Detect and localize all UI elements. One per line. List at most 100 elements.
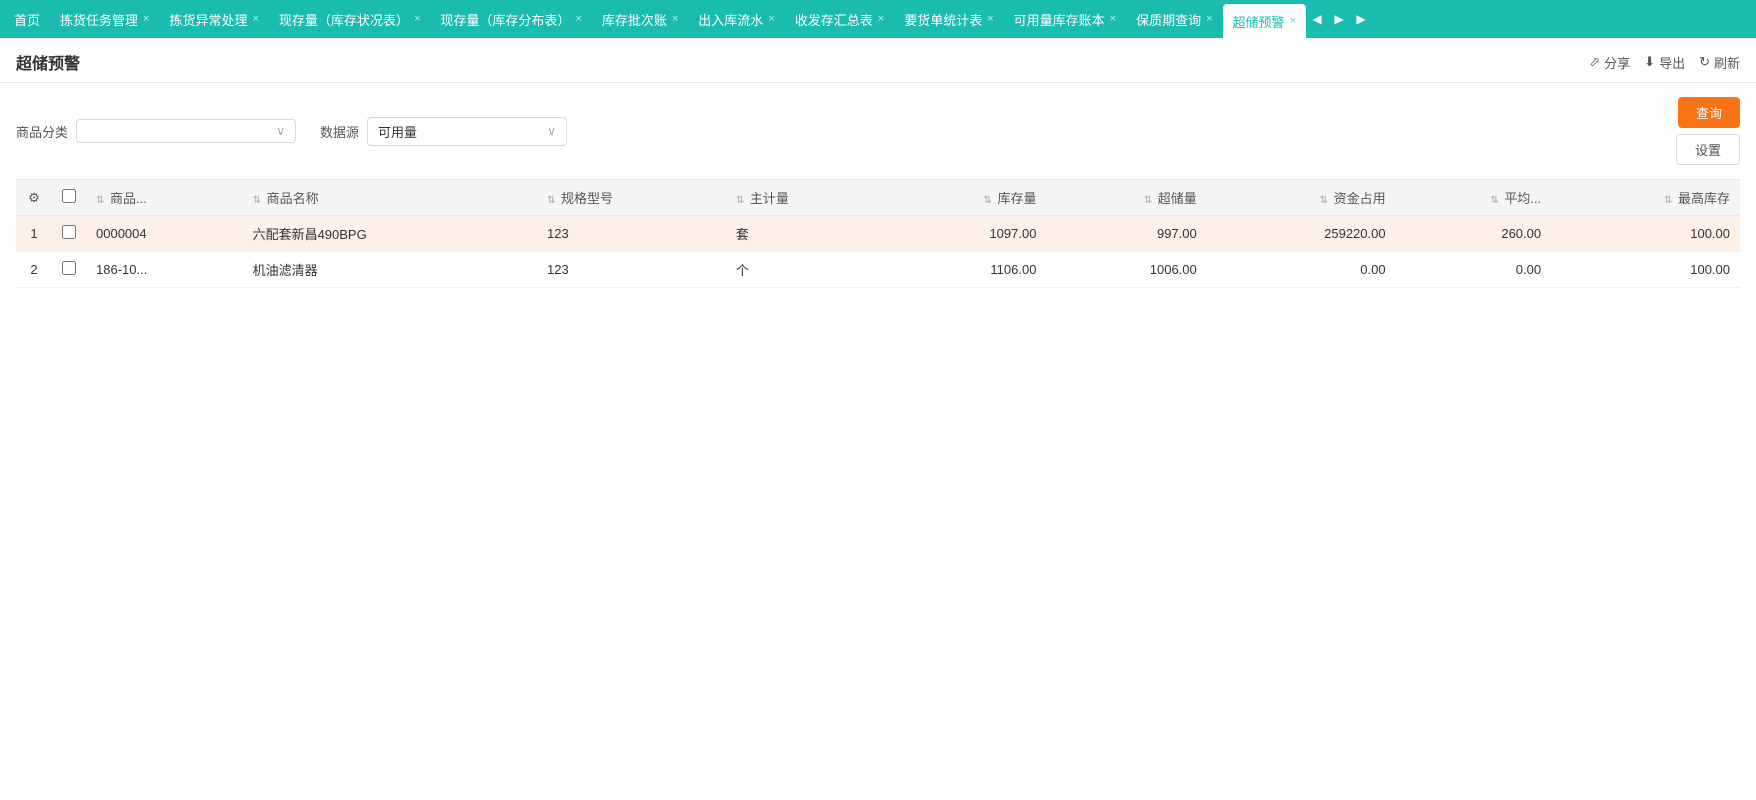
category-filter-group: 商品分类 ∨	[16, 119, 296, 143]
row-checkbox-cell[interactable]	[52, 252, 86, 288]
row-unit: 套	[726, 216, 886, 252]
nav-item-2-label: 拣货异常处理	[169, 10, 247, 29]
table-body: 1 0000004 六配套新昌490BPG 123 套 1097.00 997.…	[16, 216, 1740, 288]
nav-item-home[interactable]: 首页	[4, 0, 50, 38]
row-index: 1	[16, 216, 52, 252]
th-capital[interactable]: ⇅ 资金占用	[1207, 180, 1396, 216]
row-avg: 260.00	[1396, 216, 1552, 252]
nav-item-7-label: 收发存汇总表	[795, 10, 873, 29]
nav-close-2[interactable]: ×	[252, 13, 258, 25]
nav-item-8[interactable]: 要货单统计表 ×	[894, 0, 1003, 38]
category-select[interactable]: ∨	[76, 119, 296, 143]
row-spec: 123	[537, 216, 726, 252]
nav-item-7[interactable]: 收发存汇总表 ×	[785, 0, 894, 38]
row-overstock: 1006.00	[1046, 252, 1206, 288]
row-product-code: 186-10...	[86, 252, 243, 288]
nav-close-4[interactable]: ×	[575, 13, 581, 25]
nav-item-3[interactable]: 现存量（库存状况表） ×	[269, 0, 430, 38]
nav-more-arrow[interactable]: ▶	[1350, 0, 1372, 38]
refresh-icon: ↻	[1699, 54, 1710, 70]
nav-item-9-label: 可用量库存账本	[1014, 10, 1105, 29]
set-button[interactable]: 设置	[1676, 134, 1740, 165]
nav-close-11[interactable]: ×	[1290, 15, 1296, 27]
nav-item-8-label: 要货单统计表	[904, 10, 982, 29]
refresh-label: 刷新	[1714, 53, 1740, 72]
nav-item-5-label: 库存批次账	[602, 10, 667, 29]
datasource-filter-group: 数据源 可用量 ∨	[320, 117, 567, 146]
share-button[interactable]: ⬀ 分享	[1589, 53, 1630, 72]
sort-icon-stock: ⇅	[983, 195, 991, 206]
row-checkbox[interactable]	[62, 261, 76, 275]
filter-buttons: 查询 设置	[1676, 97, 1740, 165]
query-button[interactable]: 查询	[1678, 97, 1740, 128]
nav-item-1[interactable]: 拣货任务管理 ×	[50, 0, 159, 38]
sort-icon-code: ⇅	[96, 195, 104, 206]
th-product-code[interactable]: ⇅ 商品...	[86, 180, 243, 216]
th-product-name[interactable]: ⇅ 商品名称	[243, 180, 537, 216]
row-spec: 123	[537, 252, 726, 288]
nav-item-6-label: 出入库流水	[698, 10, 763, 29]
nav-close-5[interactable]: ×	[672, 13, 678, 25]
row-unit: 个	[726, 252, 886, 288]
nav-item-2[interactable]: 拣货异常处理 ×	[159, 0, 268, 38]
category-label: 商品分类	[16, 122, 68, 141]
th-unit[interactable]: ⇅ 主计量	[726, 180, 886, 216]
datasource-chevron-icon: ∨	[547, 124, 556, 138]
nav-close-6[interactable]: ×	[768, 13, 774, 25]
nav-close-3[interactable]: ×	[414, 13, 420, 25]
nav-item-4[interactable]: 现存量（库存分布表） ×	[430, 0, 591, 38]
export-label: 导出	[1659, 53, 1685, 72]
data-table: ⚙ ⇅ 商品... ⇅ 商品名称 ⇅ 规格型号 ⇅	[16, 179, 1740, 288]
table-row: 1 0000004 六配套新昌490BPG 123 套 1097.00 997.…	[16, 216, 1740, 252]
export-button[interactable]: ⬇ 导出	[1644, 53, 1685, 72]
refresh-button[interactable]: ↻ 刷新	[1699, 53, 1740, 72]
nav-close-10[interactable]: ×	[1206, 13, 1212, 25]
datasource-select[interactable]: 可用量 ∨	[367, 117, 567, 146]
sort-icon-max: ⇅	[1664, 195, 1672, 206]
sort-icon-avg: ⇅	[1490, 195, 1498, 206]
nav-prev-arrow[interactable]: ◀	[1306, 0, 1328, 38]
table-header: ⚙ ⇅ 商品... ⇅ 商品名称 ⇅ 规格型号 ⇅	[16, 180, 1740, 216]
nav-next-arrow[interactable]: ▶	[1328, 0, 1350, 38]
nav-item-6[interactable]: 出入库流水 ×	[688, 0, 784, 38]
sort-icon-capital: ⇅	[1320, 195, 1328, 206]
export-icon: ⬇	[1644, 54, 1655, 70]
datasource-select-value: 可用量	[378, 122, 417, 141]
chevron-down-icon: ∨	[276, 124, 285, 138]
gear-icon: ⚙	[28, 190, 40, 205]
th-checkbox[interactable]	[52, 180, 86, 216]
row-product-name: 机油滤清器	[243, 252, 537, 288]
th-stock[interactable]: ⇅ 库存量	[886, 180, 1046, 216]
share-icon: ⬀	[1589, 54, 1600, 70]
th-avg[interactable]: ⇅ 平均...	[1396, 180, 1552, 216]
nav-close-1[interactable]: ×	[143, 13, 149, 25]
nav-item-home-label: 首页	[14, 10, 40, 29]
datasource-label: 数据源	[320, 122, 359, 141]
table-row: 2 186-10... 机油滤清器 123 个 1106.00 1006.00 …	[16, 252, 1740, 288]
nav-item-5[interactable]: 库存批次账 ×	[592, 0, 688, 38]
th-overstock[interactable]: ⇅ 超储量	[1046, 180, 1206, 216]
nav-item-10-label: 保质期查询	[1136, 10, 1201, 29]
row-checkbox[interactable]	[62, 225, 76, 239]
nav-close-9[interactable]: ×	[1110, 13, 1116, 25]
row-checkbox-cell[interactable]	[52, 216, 86, 252]
row-max-stock: 100.00	[1551, 252, 1740, 288]
sort-icon-name: ⇅	[253, 195, 261, 206]
nav-close-7[interactable]: ×	[878, 13, 884, 25]
select-all-checkbox[interactable]	[62, 189, 76, 203]
th-spec[interactable]: ⇅ 规格型号	[537, 180, 726, 216]
nav-item-9[interactable]: 可用量库存账本 ×	[1004, 0, 1126, 38]
nav-item-11[interactable]: 超储预警 ×	[1223, 4, 1306, 38]
table-container: ⚙ ⇅ 商品... ⇅ 商品名称 ⇅ 规格型号 ⇅	[0, 179, 1756, 288]
sort-icon-overstock: ⇅	[1144, 195, 1152, 206]
nav-item-4-label: 现存量（库存分布表）	[440, 10, 570, 29]
row-stock: 1097.00	[886, 216, 1046, 252]
nav-item-10[interactable]: 保质期查询 ×	[1126, 0, 1222, 38]
sort-icon-unit: ⇅	[736, 195, 744, 206]
th-max-stock[interactable]: ⇅ 最高库存	[1551, 180, 1740, 216]
row-overstock: 997.00	[1046, 216, 1206, 252]
th-gear[interactable]: ⚙	[16, 180, 52, 216]
row-index: 2	[16, 252, 52, 288]
nav-close-8[interactable]: ×	[987, 13, 993, 25]
page-header: 超储预警 ⬀ 分享 ⬇ 导出 ↻ 刷新	[0, 38, 1756, 83]
